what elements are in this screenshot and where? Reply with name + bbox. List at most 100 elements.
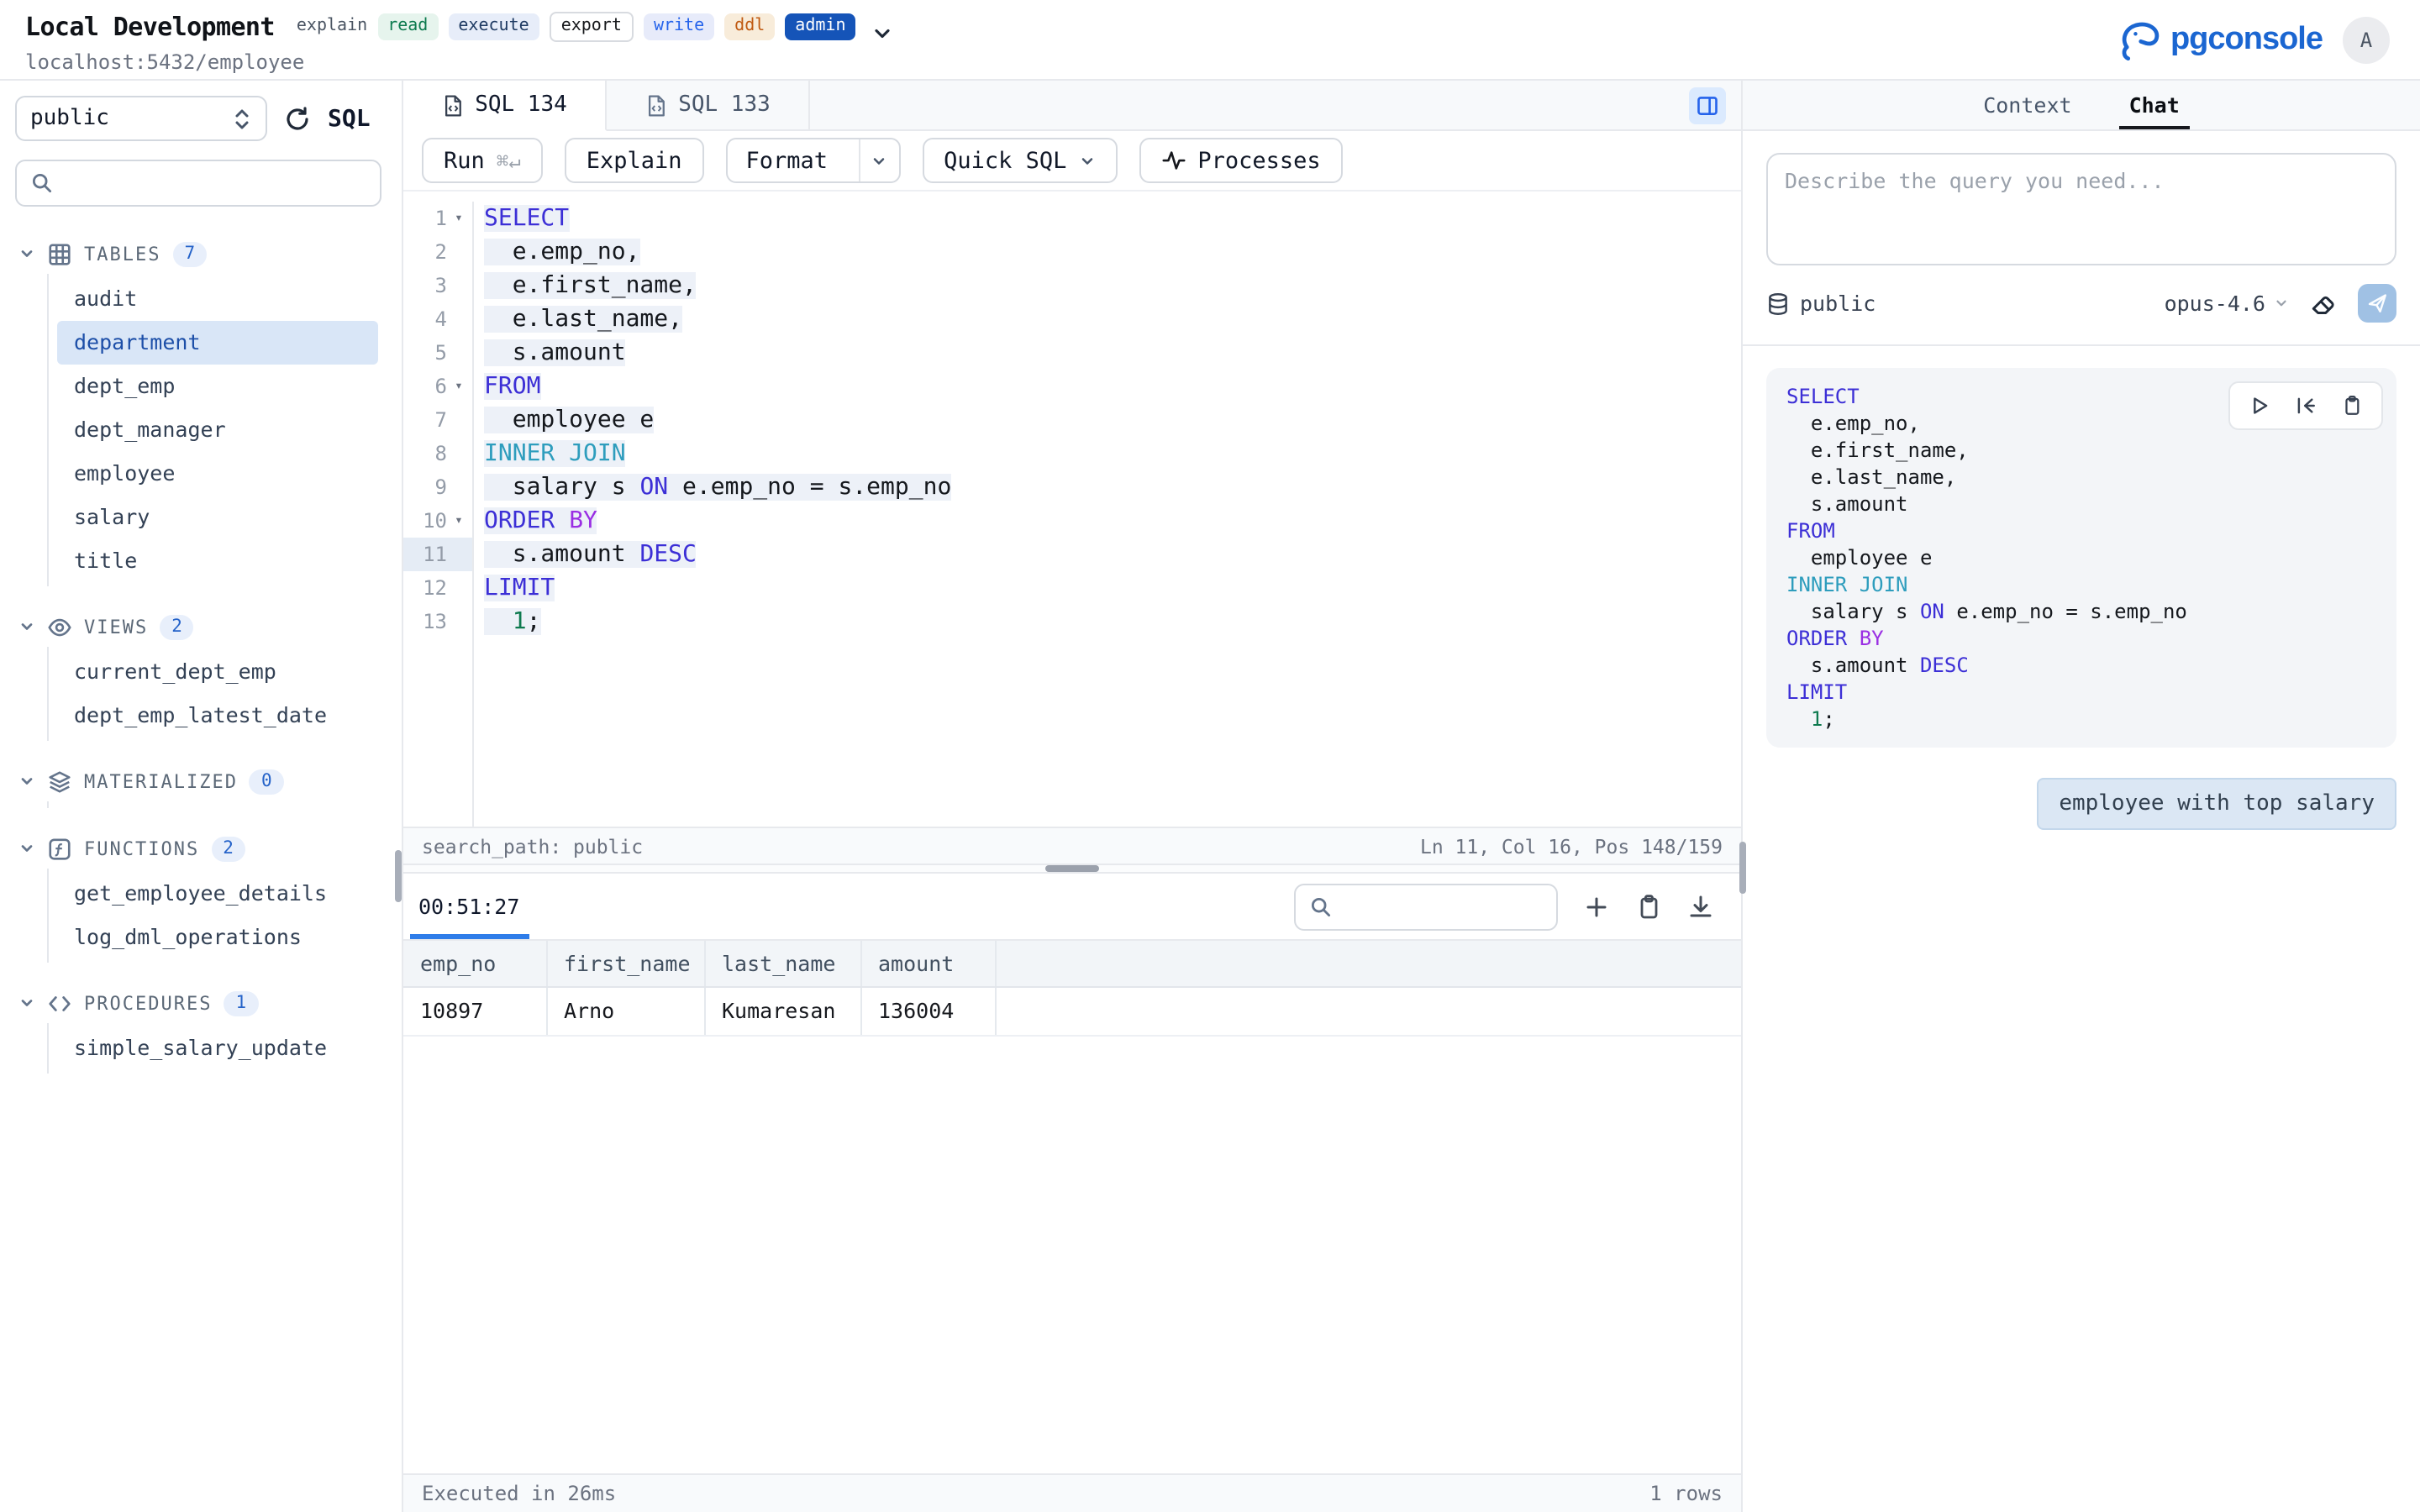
sidebar-section-header-functions[interactable]: FUNCTIONS 2 [0,828,402,869]
line-number: 13 [403,605,447,638]
editor-statusbar: search_path: public Ln 11, Col 16, Pos 1… [403,827,1741,864]
cursor-position-status: Ln 11, Col 16, Pos 148/159 [1420,834,1723,858]
processes-button[interactable]: Processes [1139,138,1342,183]
tab-chat[interactable]: Chat [2126,81,2183,129]
quick-sql-button[interactable]: Quick SQL [922,138,1117,183]
sidebar-item-current_dept_emp[interactable]: current_dept_emp [57,650,378,694]
permission-badges: explain read execute export write ddl admin [297,11,856,41]
layers-icon [47,769,72,794]
copy-icon[interactable] [1635,893,1662,920]
sidebar-item-dept_emp_latest_date[interactable]: dept_emp_latest_date [57,694,378,738]
count-badge: 2 [211,836,245,861]
refresh-icon[interactable] [284,105,311,132]
permission-badge-explain[interactable]: explain [297,13,367,39]
sidebar-item-salary[interactable]: salary [57,496,378,539]
format-button[interactable]: Format [726,138,901,183]
tab-context[interactable]: Context [1980,81,2075,129]
fold-arrow-icon[interactable]: ▾ [447,202,471,235]
line-number: 7 [403,403,447,437]
drag-handle[interactable] [1045,865,1099,872]
column-header-last_name[interactable]: last_name [704,941,860,986]
permission-badge-ddl[interactable]: ddl [724,13,775,39]
explain-button[interactable]: Explain [565,138,704,183]
model-select[interactable]: opus-4.6 [2165,291,2289,316]
sidebar-item-audit[interactable]: audit [57,277,378,321]
insert-into-editor-icon[interactable] [2294,395,2317,417]
chevron-down-icon [2274,296,2289,311]
sidebar-section-header-tables[interactable]: TABLES 7 [0,234,402,274]
count-badge: 1 [224,990,258,1016]
sidebar-item-log_dml_operations[interactable]: log_dml_operations [57,916,378,959]
fold-arrow-icon[interactable]: ▾ [447,370,471,403]
sidebar-section-tables: TABLES 7 auditdepartmentdept_empdept_man… [0,234,402,586]
table-row[interactable]: 10897 Arno Kumaresan 136004 [403,986,1741,1035]
permission-badge-export[interactable]: export [550,11,634,41]
line-number: 6 [403,370,447,403]
sidebar-item-department[interactable]: department [57,321,378,365]
search-path-status: search_path: public [422,834,643,858]
sidebar-section-header-procedures[interactable]: PROCEDURES 1 [0,983,402,1023]
column-header-filler [995,941,1741,986]
chat-prompt-input[interactable] [1766,153,2396,265]
permission-badge-execute[interactable]: execute [448,13,539,39]
connection-title: Local Development [25,11,275,41]
permission-badge-read[interactable]: read [377,13,438,39]
cell-last_name[interactable]: Kumaresan [704,986,860,1035]
toggle-side-panel-button[interactable] [1689,87,1726,123]
sidebar-search-input[interactable] [15,160,381,207]
tab-sql-133[interactable]: SQL 133 [607,81,810,129]
run-query-icon[interactable] [2249,395,2270,417]
search-icon [30,171,54,195]
sidebar-item-get_employee_details[interactable]: get_employee_details [57,872,378,916]
sidebar-section-procedures: PROCEDURES 1 simple_salary_update [0,983,402,1074]
sql-editor[interactable]: 1▾23456▾78910▾111213 SELECT e.emp_no, e.… [403,192,1741,827]
chevron-down-icon[interactable] [871,21,895,45]
cell-amount[interactable]: 136004 [860,986,995,1035]
run-button[interactable]: Run ⌘↵ [422,138,543,183]
column-header-emp_no[interactable]: emp_no [403,941,546,986]
context-schema-chip[interactable]: public [1766,291,1876,316]
results-footer: Executed in 26ms 1 rows [403,1473,1741,1512]
permission-badge-write[interactable]: write [644,13,714,39]
download-icon[interactable] [1687,893,1714,920]
sidebar-section-header-views[interactable]: VIEWS 2 [0,606,402,647]
tab-sql-134[interactable]: SQL 134 [403,81,607,131]
fold-arrow-icon[interactable]: ▾ [447,504,471,538]
cell-emp_no[interactable]: 10897 [403,986,546,1035]
results-search-input[interactable] [1294,883,1558,930]
cell-first_name[interactable]: Arno [546,986,704,1035]
line-number: 11 [403,538,447,571]
assistant-sql-message: SELECT e.emp_no, e.first_name, e.last_na… [1766,368,2396,748]
avatar[interactable]: A [2343,17,2390,64]
send-button[interactable] [2358,284,2396,323]
cell-filler [995,986,1741,1035]
chevron-down-icon [18,840,35,857]
count-badge: 2 [160,614,194,639]
sidebar-item-simple_salary_update[interactable]: simple_salary_update [57,1026,378,1070]
sidebar-resize-handle[interactable] [395,850,402,902]
editor-toolbar: Run ⌘↵ Explain Format Quick SQL [403,131,1741,192]
panel-resize-handle[interactable] [1739,842,1745,894]
schema-select[interactable]: public [15,96,267,141]
column-header-amount[interactable]: amount [860,941,995,986]
sidebar-item-employee[interactable]: employee [57,452,378,496]
results-resize-divider[interactable] [403,864,1741,874]
assistant-panel: Context Chat public opus-4.6 [1741,81,2420,1512]
add-row-icon[interactable] [1583,893,1610,920]
copy-icon[interactable] [2341,395,2363,417]
line-number: 5 [403,336,447,370]
columns-icon [1696,93,1719,117]
sidebar-item-dept_manager[interactable]: dept_manager [57,408,378,452]
chevron-down-icon [18,618,35,635]
sidebar-item-title[interactable]: title [57,539,378,583]
permission-badge-admin[interactable]: admin [785,13,855,39]
eraser-icon[interactable] [2309,289,2338,318]
sidebar-item-dept_emp[interactable]: dept_emp [57,365,378,408]
database-icon [1766,291,1790,315]
main-area: SQL 134 SQL 133 Run ⌘↵ Explain [403,81,1741,1512]
sidebar-section-header-materialized[interactable]: MATERIALIZED 0 [0,761,402,801]
column-header-first_name[interactable]: first_name [546,941,704,986]
editor-code[interactable]: SELECT e.emp_no, e.first_name, e.last_na… [474,202,951,827]
results-timer-tab[interactable]: 00:51:27 [410,874,529,939]
format-dropdown[interactable] [858,139,898,181]
